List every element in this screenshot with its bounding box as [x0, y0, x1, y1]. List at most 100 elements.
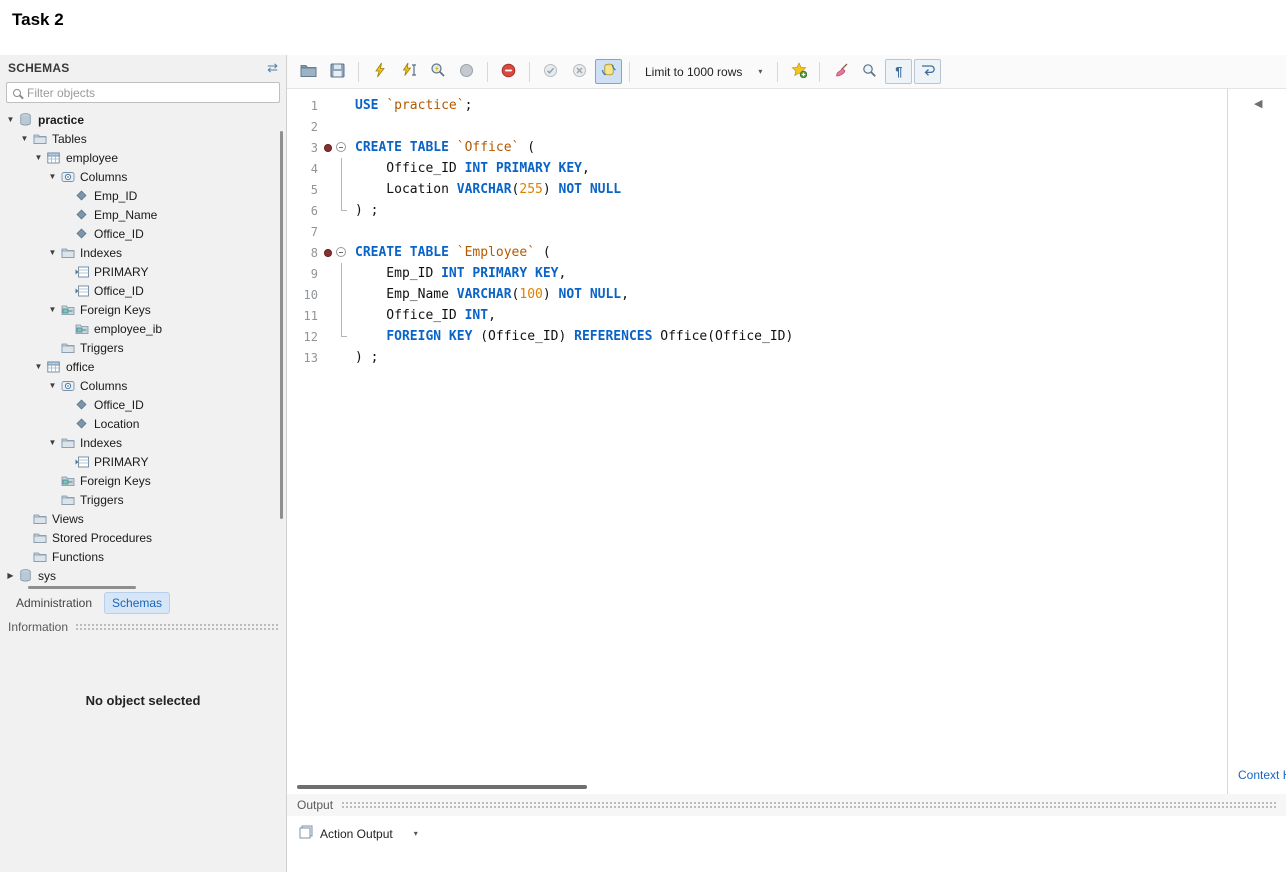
invisibles-button[interactable]: ¶ [885, 59, 912, 84]
clear-button[interactable] [827, 59, 854, 84]
code-token: ) [543, 287, 559, 302]
output-body: Action Output ▾ [287, 816, 1286, 872]
code-line-4: 4 Office_ID INT PRIMARY KEY, [291, 158, 1227, 179]
code-token: Emp_Name [355, 287, 457, 302]
tree-item-label: Location [94, 417, 139, 431]
tree-item-label: Views [52, 512, 84, 526]
chevron-down-icon: ▾ [758, 67, 762, 76]
execute-current-button[interactable] [395, 59, 422, 84]
chevron-down-icon[interactable]: ▼ [32, 362, 45, 371]
app-window: SCHEMAS ⇄ ▼practice▼Tables▼employee▼Colu… [0, 55, 1286, 872]
save-snippet-button[interactable] [785, 59, 812, 84]
refresh-schemas-icon[interactable]: ⇄ [267, 60, 278, 76]
chevron-down-icon[interactable]: ▼ [32, 153, 45, 162]
tree-item-emp-id[interactable]: Emp_ID [0, 186, 286, 205]
stop-button[interactable] [453, 59, 480, 84]
tree-item-foreign-keys[interactable]: ▼ Foreign Keys [0, 300, 286, 319]
output-type-dropdown[interactable]: Action Output ▾ [299, 825, 1286, 842]
rollback-button[interactable] [566, 59, 593, 84]
open-script-button[interactable] [295, 59, 322, 84]
chevron-down-icon[interactable]: ▼ [46, 438, 59, 447]
folder-icon [31, 531, 48, 545]
limit-rows-dropdown[interactable]: Limit to 1000 rows▾ [637, 62, 770, 82]
output-type-label: Action Output [320, 827, 393, 841]
tree-item-employee-ib[interactable]: employee_ib [0, 319, 286, 338]
statement-marker [321, 144, 334, 152]
chevron-down-icon[interactable]: ▼ [46, 248, 59, 257]
tree-item-triggers[interactable]: Triggers [0, 338, 286, 357]
autocommit-button[interactable] [595, 59, 622, 84]
chevron-down-icon[interactable]: ▼ [4, 115, 17, 124]
tree-item-indexes[interactable]: ▼Indexes [0, 433, 286, 452]
fk-icon [59, 303, 76, 317]
table-icon [45, 151, 62, 165]
execute-button[interactable] [366, 59, 393, 84]
sql-editor[interactable]: 1USE `practice`;23CREATE TABLE `Office` … [287, 89, 1227, 779]
execute-icon [373, 62, 387, 81]
dotted-divider [75, 623, 278, 632]
tree-item-office-id[interactable]: Office_ID [0, 224, 286, 243]
tree-item-label: Foreign Keys [80, 303, 151, 317]
wrap-icon [920, 63, 936, 80]
line-number: 5 [291, 183, 321, 197]
code-token [355, 329, 386, 344]
tree-item-sys[interactable]: ▶sys [0, 566, 286, 585]
tree-item-office-id[interactable]: Office_ID [0, 395, 286, 414]
save-snippet-icon [791, 62, 807, 81]
chevron-down-icon[interactable]: ▼ [18, 134, 31, 143]
tree-item-primary[interactable]: PRIMARY [0, 262, 286, 281]
schemas-header-label: SCHEMAS [8, 61, 69, 75]
tree-item-primary[interactable]: PRIMARY [0, 452, 286, 471]
tree-vertical-scrollbar[interactable] [280, 131, 283, 519]
tab-administration[interactable]: Administration [8, 592, 100, 614]
fold-toggle-icon[interactable] [336, 247, 346, 257]
explain-button[interactable] [424, 59, 451, 84]
code-text: Office_ID INT PRIMARY KEY, [350, 161, 590, 176]
toolbar-separator [819, 62, 820, 82]
filter-objects-input[interactable] [27, 86, 273, 100]
tree-item-emp-name[interactable]: Emp_Name [0, 205, 286, 224]
tree-item-foreign-keys[interactable]: Foreign Keys [0, 471, 286, 490]
wrap-button[interactable] [914, 59, 941, 84]
tree-item-indexes[interactable]: ▼Indexes [0, 243, 286, 262]
code-text: Emp_Name VARCHAR(100) NOT NULL, [350, 287, 629, 302]
code-token: INT PRIMARY KEY [441, 266, 558, 281]
find-button[interactable] [856, 59, 883, 84]
tree-item-tables[interactable]: ▼Tables [0, 129, 286, 148]
chevron-down-icon[interactable]: ▼ [46, 172, 59, 181]
commit-button[interactable] [537, 59, 564, 84]
line-number: 12 [291, 330, 321, 344]
dotted-divider [341, 801, 1276, 810]
fold-gutter [334, 221, 350, 242]
tree-item-views[interactable]: Views [0, 509, 286, 528]
tree-item-columns[interactable]: ▼Columns [0, 376, 286, 395]
code-token: , [488, 308, 496, 323]
tab-schemas[interactable]: Schemas [104, 592, 170, 614]
chevron-right-icon[interactable]: ▶ [4, 571, 17, 580]
tree-horizontal-scrollbar[interactable] [28, 586, 136, 589]
tree-item-triggers[interactable]: Triggers [0, 490, 286, 509]
tree-item-stored-procedures[interactable]: Stored Procedures [0, 528, 286, 547]
code-token: VARCHAR [457, 287, 512, 302]
code-token: INT [465, 308, 488, 323]
folder-icon [59, 493, 76, 507]
folder-icon [59, 436, 76, 450]
code-text: USE `practice`; [350, 98, 472, 113]
tree-item-practice[interactable]: ▼practice [0, 110, 286, 129]
tree-item-functions[interactable]: Functions [0, 547, 286, 566]
chevron-down-icon[interactable]: ▼ [46, 305, 59, 314]
tree-item-employee[interactable]: ▼employee [0, 148, 286, 167]
tree-item-office-id[interactable]: Office_ID [0, 281, 286, 300]
context-help-tab[interactable]: Context Help [1238, 768, 1286, 782]
stop-on-error-button[interactable] [495, 59, 522, 84]
collapse-panel-icon[interactable]: ◀ [1254, 97, 1262, 110]
chevron-down-icon[interactable]: ▼ [46, 381, 59, 390]
tree-item-office[interactable]: ▼office [0, 357, 286, 376]
tree-item-columns[interactable]: ▼Columns [0, 167, 286, 186]
tree-item-location[interactable]: Location [0, 414, 286, 433]
fold-toggle-icon[interactable] [336, 142, 346, 152]
context-help-panel: ◀ Context Help [1228, 89, 1286, 794]
save-script-button[interactable] [324, 59, 351, 84]
editor-horizontal-scrollbar[interactable] [297, 785, 587, 789]
fold-gutter [334, 347, 350, 368]
